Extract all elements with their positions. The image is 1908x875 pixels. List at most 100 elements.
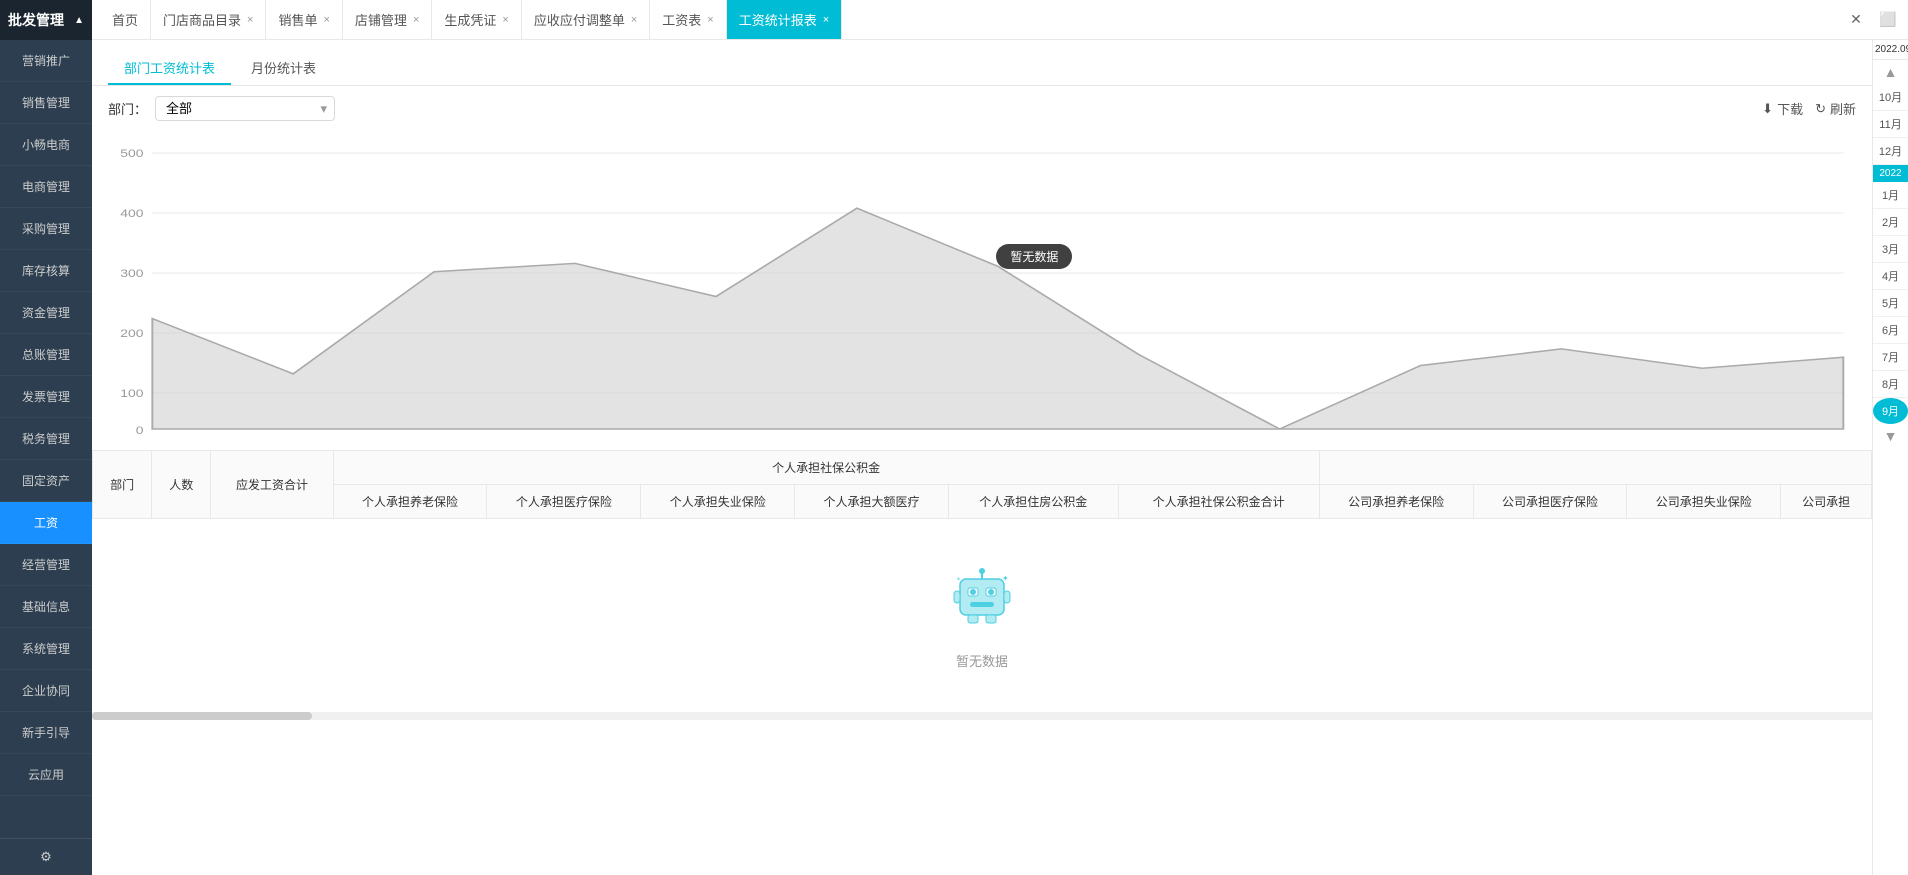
svg-text:100: 100: [120, 387, 143, 399]
th-公司承担医疗保险: 公司承担医疗保险: [1473, 485, 1627, 519]
calendar-month-1月[interactable]: 1月: [1873, 182, 1908, 209]
close-all-button[interactable]: ✕: [1844, 8, 1868, 32]
settings-button[interactable]: ⚙: [0, 838, 92, 875]
main-area: 首页门店商品目录×销售单×店铺管理×生成凭证×应收应付调整单×工资表×工资统计报…: [92, 0, 1908, 875]
dept-label: 部门：: [108, 99, 147, 118]
svg-text:✦: ✦: [1002, 574, 1009, 583]
th-公司承担: 公司承担: [1781, 485, 1872, 519]
data-table: 部门 人数 应发工资合计 个人承担社保公积金 个人承担养老保险个人承担医疗保险个…: [92, 450, 1872, 710]
svg-text:✦: ✦: [956, 576, 961, 583]
th-公司承担养老保险: 公司承担养老保险: [1319, 485, 1473, 519]
svg-text:200: 200: [120, 327, 143, 339]
svg-text:0: 0: [136, 424, 144, 436]
th-company-group: [1319, 451, 1871, 485]
sidebar-header[interactable]: 批发管理 ▲: [0, 0, 92, 40]
sidebar-item-新手引导[interactable]: 新手引导: [0, 712, 92, 754]
sidebar-title: 批发管理: [8, 10, 64, 30]
sidebar-item-总账管理[interactable]: 总账管理: [0, 334, 92, 376]
chart-svg: 500 400 300 200 100 0: [108, 139, 1856, 439]
tab-close-生成凭证[interactable]: ×: [502, 14, 508, 26]
download-icon: ⬇: [1762, 101, 1773, 117]
empty-state: ✦ ✦ 暂无数据: [93, 519, 1872, 710]
tab-close-工资统计报表[interactable]: ×: [823, 14, 829, 26]
calendar-month-6月[interactable]: 6月: [1873, 317, 1908, 344]
calendar-month-12月[interactable]: 12月: [1873, 138, 1908, 165]
sidebar-item-云应用[interactable]: 云应用: [0, 754, 92, 796]
th-count: 人数: [152, 451, 211, 519]
sidebar-item-采购管理[interactable]: 采购管理: [0, 208, 92, 250]
tab-应收应付调整单[interactable]: 应收应付调整单×: [522, 0, 650, 39]
th-个人承担医疗保险: 个人承担医疗保险: [487, 485, 641, 519]
sub-tabs: 部门工资统计表月份统计表: [92, 40, 1872, 86]
calendar-month-2月[interactable]: 2月: [1873, 209, 1908, 236]
tab-close-应收应付调整单[interactable]: ×: [631, 14, 637, 26]
toolbar-right: ⬇ 下载 ↻ 刷新: [1762, 99, 1856, 118]
sidebar: 批发管理 ▲ 营销推广销售管理小畅电商电商管理采购管理库存核算资金管理总账管理发…: [0, 0, 92, 875]
content-area: 部门工资统计表月份统计表 部门： 全部 ⬇ 下载: [92, 40, 1872, 875]
tab-销售单[interactable]: 销售单×: [266, 0, 342, 39]
tab-bar-actions: ✕ ⬜: [1844, 8, 1900, 32]
calendar-month-11月[interactable]: 11月: [1873, 111, 1908, 138]
sidebar-item-系统管理[interactable]: 系统管理: [0, 628, 92, 670]
tab-门店商品目录[interactable]: 门店商品目录×: [151, 0, 266, 39]
sidebar-item-营销推广[interactable]: 营销推广: [0, 40, 92, 82]
sidebar-item-经营管理[interactable]: 经营管理: [0, 544, 92, 586]
sub-tab-部门工资统计表[interactable]: 部门工资统计表: [108, 52, 231, 85]
tab-首页[interactable]: 首页: [100, 0, 151, 39]
sidebar-item-库存核算[interactable]: 库存核算: [0, 250, 92, 292]
settings-icon: ⚙: [40, 849, 52, 864]
calendar-year-display[interactable]: 2022.09: [1873, 40, 1908, 60]
sidebar-item-固定资产[interactable]: 固定资产: [0, 460, 92, 502]
tab-close-工资表[interactable]: ×: [707, 14, 713, 26]
download-button[interactable]: ⬇ 下载: [1762, 99, 1803, 118]
sidebar-item-税务管理[interactable]: 税务管理: [0, 418, 92, 460]
calendar-month-8月[interactable]: 8月: [1873, 371, 1908, 398]
tab-close-销售单[interactable]: ×: [323, 14, 329, 26]
svg-text:300: 300: [120, 267, 143, 279]
sidebar-item-小畅电商[interactable]: 小畅电商: [0, 124, 92, 166]
calendar-month-5月[interactable]: 5月: [1873, 290, 1908, 317]
sidebar-item-工资[interactable]: 工资: [0, 502, 92, 544]
sidebar-item-基础信息[interactable]: 基础信息: [0, 586, 92, 628]
calendar-down-arrow[interactable]: ▼: [1880, 424, 1902, 448]
tab-close-门店商品目录[interactable]: ×: [247, 14, 253, 26]
th-个人承担养老保险: 个人承担养老保险: [333, 485, 487, 519]
download-label: 下载: [1777, 99, 1803, 118]
th-个人承担大额医疗: 个人承担大额医疗: [795, 485, 949, 519]
right-sidebar: 2022.09 ▲ 10月11月12月20221月2月3月4月5月6月7月8月9…: [1872, 40, 1908, 875]
restore-button[interactable]: ⬜: [1876, 8, 1900, 32]
tab-工资统计报表[interactable]: 工资统计报表×: [727, 0, 842, 39]
chart-svg-container: 500 400 300 200 100 0: [108, 139, 1856, 442]
calendar-month-4月[interactable]: 4月: [1873, 263, 1908, 290]
empty-text: 暂无数据: [956, 651, 1008, 670]
tab-close-店铺管理[interactable]: ×: [413, 14, 419, 26]
dept-select[interactable]: 全部: [155, 96, 335, 121]
sidebar-item-企业协同[interactable]: 企业协同: [0, 670, 92, 712]
th-total-wage: 应发工资合计: [211, 451, 333, 519]
calendar-up-arrow[interactable]: ▲: [1880, 60, 1902, 84]
tab-店铺管理[interactable]: 店铺管理×: [343, 0, 432, 39]
tab-工资表[interactable]: 工资表×: [650, 0, 726, 39]
th-personal-group: 个人承担社保公积金: [333, 451, 1319, 485]
sidebar-item-电商管理[interactable]: 电商管理: [0, 166, 92, 208]
sidebar-item-发票管理[interactable]: 发票管理: [0, 376, 92, 418]
chart-no-data-tooltip: 暂无数据: [996, 244, 1072, 269]
horizontal-scrollbar[interactable]: [92, 712, 1872, 720]
th-公司承担失业保险: 公司承担失业保险: [1627, 485, 1781, 519]
sub-tab-月份统计表[interactable]: 月份统计表: [235, 52, 332, 85]
calendar-month-selected[interactable]: 9月: [1873, 398, 1908, 424]
calendar-year-badge[interactable]: 2022: [1873, 165, 1908, 182]
chart-area: 500 400 300 200 100 0: [92, 131, 1872, 450]
tab-生成凭证[interactable]: 生成凭证×: [432, 0, 521, 39]
sidebar-collapse-icon[interactable]: ▲: [74, 15, 84, 26]
tab-bar: 首页门店商品目录×销售单×店铺管理×生成凭证×应收应付调整单×工资表×工资统计报…: [92, 0, 1908, 40]
sidebar-item-销售管理[interactable]: 销售管理: [0, 82, 92, 124]
refresh-button[interactable]: ↻ 刷新: [1815, 99, 1856, 118]
calendar-month-10月[interactable]: 10月: [1873, 84, 1908, 111]
table-container[interactable]: 部门 人数 应发工资合计 个人承担社保公积金 个人承担养老保险个人承担医疗保险个…: [92, 450, 1872, 875]
sidebar-item-资金管理[interactable]: 资金管理: [0, 292, 92, 334]
calendar-month-3月[interactable]: 3月: [1873, 236, 1908, 263]
calendar-month-7月[interactable]: 7月: [1873, 344, 1908, 371]
scrollbar-thumb[interactable]: [92, 712, 312, 720]
svg-text:400: 400: [120, 207, 143, 219]
